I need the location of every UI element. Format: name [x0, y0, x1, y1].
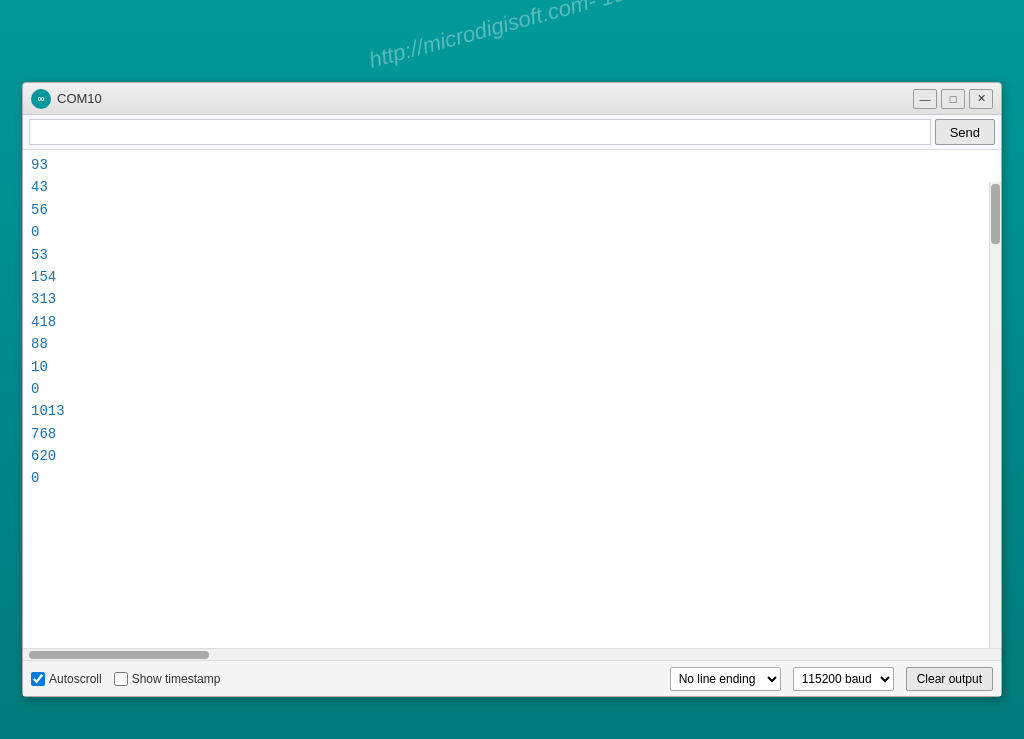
serial-line: 418 — [31, 311, 993, 333]
title-bar: ∞ COM10 — □ ✕ — [23, 83, 1001, 115]
send-bar: Send — [23, 115, 1001, 150]
autoscroll-text: Autoscroll — [49, 672, 102, 686]
serial-line: 0 — [31, 467, 993, 489]
serial-line: 10 — [31, 356, 993, 378]
timestamp-checkbox[interactable] — [114, 672, 128, 686]
timestamp-label[interactable]: Show timestamp — [114, 672, 221, 686]
timestamp-text: Show timestamp — [132, 672, 221, 686]
window-controls: — □ ✕ — [913, 89, 993, 109]
send-button[interactable]: Send — [935, 119, 995, 145]
serial-output: 9343560531543134188810010137686200 — [23, 150, 1001, 648]
serial-line: 53 — [31, 244, 993, 266]
serial-line: 43 — [31, 176, 993, 198]
line-ending-dropdown[interactable]: No line endingNewlineCarriage returnBoth… — [670, 667, 781, 691]
serial-line: 0 — [31, 221, 993, 243]
serial-line: 768 — [31, 423, 993, 445]
autoscroll-label[interactable]: Autoscroll — [31, 672, 102, 686]
serial-line: 88 — [31, 333, 993, 355]
serial-line: 56 — [31, 199, 993, 221]
horizontal-scrollbar[interactable] — [23, 648, 1001, 660]
send-input[interactable] — [29, 119, 931, 145]
maximize-button[interactable]: □ — [941, 89, 965, 109]
serial-line: 0 — [31, 378, 993, 400]
vertical-scrollbar[interactable] — [989, 182, 1001, 648]
serial-line: 93 — [31, 154, 993, 176]
clear-output-button[interactable]: Clear output — [906, 667, 993, 691]
serial-monitor-window: ∞ COM10 — □ ✕ Send 934356053154313418881… — [22, 82, 1002, 697]
autoscroll-checkbox[interactable] — [31, 672, 45, 686]
horizontal-scrollbar-thumb[interactable] — [29, 651, 209, 659]
minimize-button[interactable]: — — [913, 89, 937, 109]
serial-line: 313 — [31, 288, 993, 310]
close-button[interactable]: ✕ — [969, 89, 993, 109]
baud-rate-dropdown[interactable]: 300 baud1200 baud2400 baud4800 baud9600 … — [793, 667, 894, 691]
vertical-scrollbar-thumb[interactable] — [991, 184, 1000, 244]
window-title: COM10 — [57, 91, 102, 106]
serial-line: 620 — [31, 445, 993, 467]
serial-line: 154 — [31, 266, 993, 288]
status-bar: Autoscroll Show timestamp No line ending… — [23, 660, 1001, 696]
arduino-icon: ∞ — [31, 89, 51, 109]
title-bar-left: ∞ COM10 — [31, 89, 102, 109]
serial-line: 1013 — [31, 400, 993, 422]
